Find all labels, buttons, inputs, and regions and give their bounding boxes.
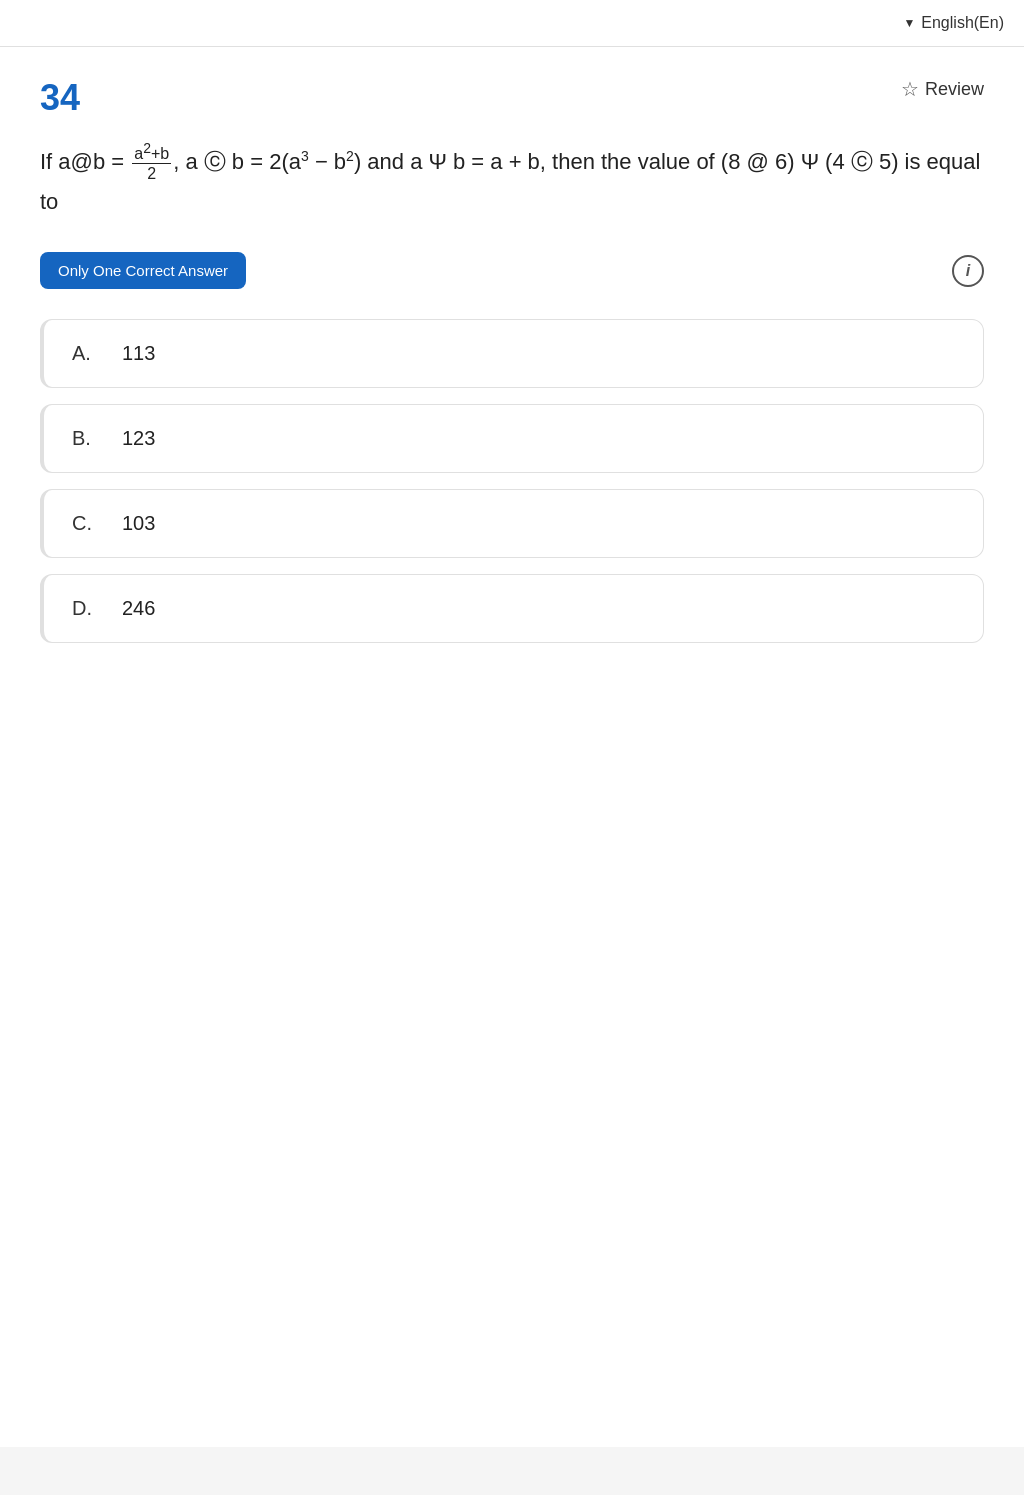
info-icon-label: i bbox=[966, 262, 970, 280]
main-content: 34 ☆ Review If a@b = a2+b 2 , a ⓒ b = 2(… bbox=[0, 47, 1024, 1447]
option-c-label: C. bbox=[72, 512, 102, 535]
chevron-down-icon: ▼ bbox=[903, 16, 915, 30]
answer-type-badge: Only One Correct Answer bbox=[40, 252, 246, 289]
option-a-label: A. bbox=[72, 342, 102, 365]
star-icon: ☆ bbox=[901, 77, 919, 101]
options-container: A. 113 B. 123 C. 103 D. 246 bbox=[40, 319, 984, 643]
top-bar: ▼ English(En) bbox=[0, 0, 1024, 47]
option-d[interactable]: D. 246 bbox=[40, 574, 984, 643]
question-header: 34 ☆ Review bbox=[40, 77, 984, 119]
math-fraction: a2+b 2 bbox=[132, 144, 171, 183]
badge-row: Only One Correct Answer i bbox=[40, 252, 984, 289]
fraction-numerator: a2+b bbox=[132, 144, 171, 164]
language-selector[interactable]: ▼ English(En) bbox=[903, 14, 1004, 32]
question-number: 34 bbox=[40, 77, 80, 119]
option-d-label: D. bbox=[72, 597, 102, 620]
question-text: If a@b = a2+b 2 , a ⓒ b = 2(a3 − b2) and… bbox=[40, 143, 984, 220]
option-d-value: 246 bbox=[122, 597, 155, 620]
option-a-value: 113 bbox=[122, 342, 155, 365]
fraction-denominator: 2 bbox=[145, 164, 158, 183]
review-label: Review bbox=[925, 79, 984, 100]
option-b-label: B. bbox=[72, 427, 102, 450]
option-c[interactable]: C. 103 bbox=[40, 489, 984, 558]
option-a[interactable]: A. 113 bbox=[40, 319, 984, 388]
option-c-value: 103 bbox=[122, 512, 155, 535]
info-icon[interactable]: i bbox=[952, 255, 984, 287]
option-b[interactable]: B. 123 bbox=[40, 404, 984, 473]
language-label: English(En) bbox=[921, 14, 1004, 32]
option-b-value: 123 bbox=[122, 427, 155, 450]
review-button[interactable]: ☆ Review bbox=[901, 77, 984, 101]
